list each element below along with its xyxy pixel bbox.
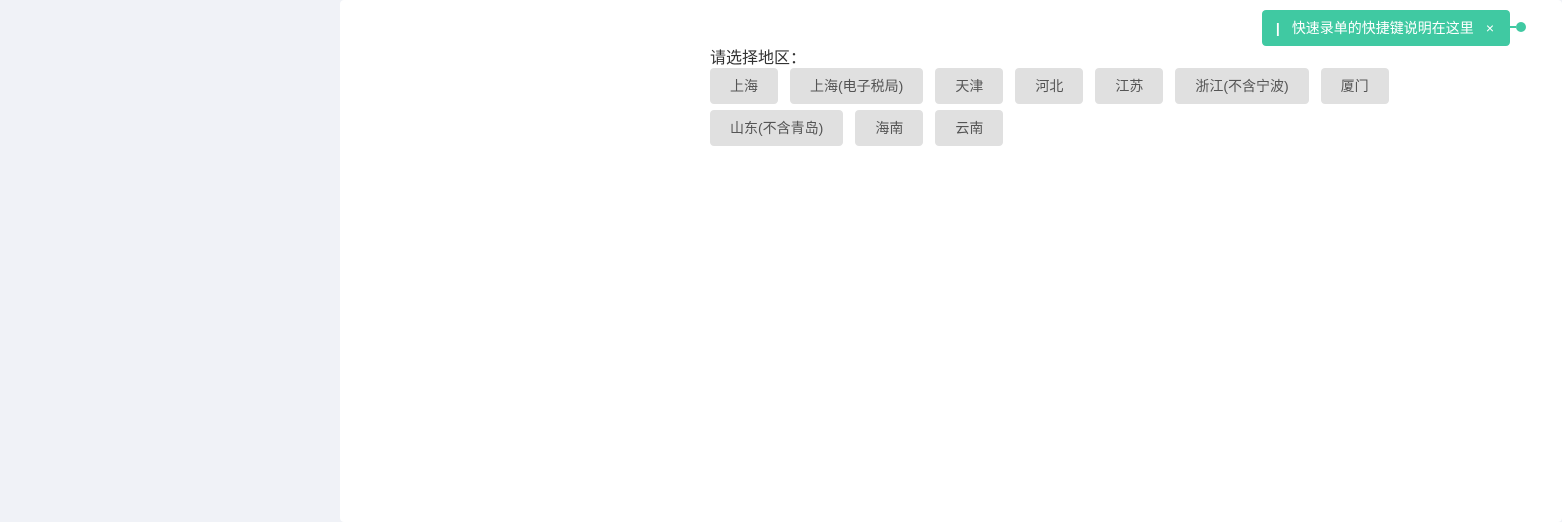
region-buttons-row1: 上海上海(电子税局) 天津河北江苏浙江(不含宁波) 厦门	[710, 68, 1389, 104]
region-btn-yunnan[interactable]: 云南	[935, 110, 1003, 146]
tooltip-text: 快速录单的快捷键说明在这里	[1292, 18, 1474, 38]
tooltip-line	[1508, 26, 1516, 28]
region-btn-xiamen[interactable]: 厦门	[1321, 68, 1389, 104]
region-btn-jiangsu[interactable]: 江苏	[1095, 68, 1163, 104]
tooltip-banner: 快速录单的快捷键说明在这里 ×	[1262, 10, 1510, 46]
region-btn-zhejiang[interactable]: 浙江(不含宁波)	[1175, 68, 1308, 104]
region-btn-shanghai[interactable]: 上海	[710, 68, 778, 104]
tooltip-close-button[interactable]: ×	[1484, 20, 1496, 36]
sidebar	[0, 0, 340, 522]
tooltip-dot	[1516, 22, 1526, 32]
region-btn-shandong[interactable]: 山东(不含青岛)	[710, 110, 843, 146]
main-content: 请选择地区： 上海上海(电子税局) 天津河北江苏浙江(不含宁波) 厦门 山东(不含青…	[340, 0, 1562, 522]
region-buttons-row2: 山东(不含青岛) 海南云南	[710, 110, 1003, 146]
region-btn-tianjin[interactable]: 天津	[935, 68, 1003, 104]
region-btn-hebei[interactable]: 河北	[1015, 68, 1083, 104]
page-label: 请选择地区：	[710, 44, 806, 68]
region-btn-shanghai-etax[interactable]: 上海(电子税局)	[790, 68, 923, 104]
region-btn-hainan[interactable]: 海南	[855, 110, 923, 146]
